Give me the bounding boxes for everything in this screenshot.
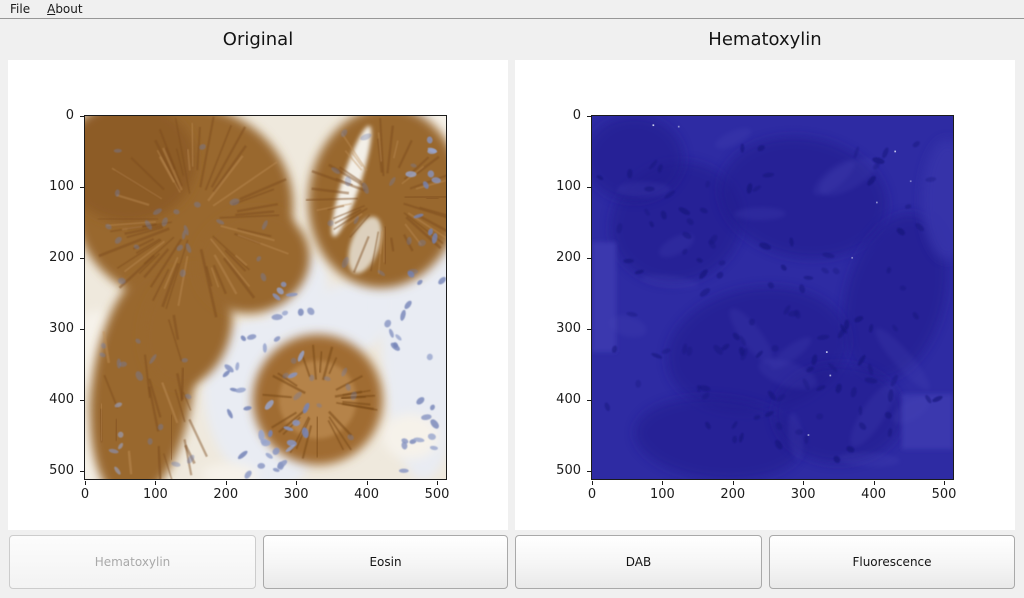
y-tick-label: 0	[65, 108, 74, 123]
y-tick-mark	[80, 258, 84, 259]
plot-hematoxylin: 0 100 200 300 400 500 0 100 200 300 400 500	[515, 60, 1015, 530]
y-tick-label: 500	[49, 463, 74, 478]
x-tick-mark	[873, 481, 875, 485]
y-tick-label: 200	[556, 250, 581, 265]
x-tick-mark	[662, 481, 664, 485]
x-tick-mark	[85, 481, 86, 485]
figure-panel-hematoxylin: 0 100 200 300 400 500 0 100 200 300 400 500	[515, 60, 1015, 530]
y-tick-mark	[80, 471, 84, 472]
button-eosin[interactable]: Eosin	[263, 535, 508, 589]
menu-item-file[interactable]: File	[10, 0, 30, 18]
plot-original: 0 100 200 300 400 500 0 100 200 300 400 500	[8, 60, 508, 530]
application-window: File About Original Hematoxylin 0 100 200 30…	[0, 0, 1024, 598]
x-tick-mark	[732, 481, 734, 485]
menu-item-about[interactable]: About	[47, 0, 83, 18]
button-fluorescence[interactable]: Fluorescence	[769, 535, 1015, 589]
y-tick-label: 100	[49, 179, 74, 194]
x-tick-label: 0	[587, 487, 597, 502]
x-tick-label: 100	[649, 487, 675, 502]
x-tick-label: 200	[213, 487, 239, 502]
y-tick-mark	[587, 329, 591, 330]
y-tick-mark	[587, 116, 591, 117]
original-micrograph	[85, 116, 446, 479]
y-tick-mark	[80, 116, 84, 117]
button-dab[interactable]: DAB	[515, 535, 762, 589]
hematoxylin-micrograph	[592, 116, 953, 479]
x-tick-label: 300	[283, 487, 309, 502]
x-tick-label: 500	[931, 487, 957, 502]
y-tick-label: 100	[556, 179, 581, 194]
figure-title-hematoxylin: Hematoxylin	[708, 29, 822, 50]
y-tick-label: 300	[49, 321, 74, 336]
x-tick-label: 200	[720, 487, 746, 502]
hematoxylin-image-frame	[591, 115, 954, 480]
y-tick-label: 200	[49, 250, 74, 265]
button-hematoxylin[interactable]: Hematoxylin	[9, 535, 256, 589]
x-tick-mark	[225, 481, 227, 485]
figure-title-original: Original	[222, 29, 294, 50]
y-tick-mark	[80, 187, 84, 188]
y-tick-mark	[587, 400, 591, 401]
x-tick-label: 0	[80, 487, 90, 502]
x-tick-mark	[155, 481, 157, 485]
menu-bar: File About	[0, 0, 1024, 19]
x-tick-label: 300	[790, 487, 816, 502]
x-tick-mark	[437, 481, 438, 485]
y-tick-mark	[587, 471, 591, 472]
x-tick-label: 400	[354, 487, 379, 502]
y-tick-label: 300	[556, 321, 581, 336]
y-tick-mark	[80, 329, 84, 330]
y-tick-label: 0	[572, 108, 581, 123]
y-tick-mark	[587, 187, 591, 188]
x-tick-label: 500	[424, 487, 450, 502]
original-image-frame	[84, 115, 447, 480]
x-tick-label: 100	[142, 487, 168, 502]
y-tick-mark	[80, 400, 84, 401]
x-tick-mark	[296, 481, 298, 485]
y-tick-label: 500	[556, 463, 581, 478]
x-tick-mark	[592, 481, 593, 485]
x-tick-mark	[803, 481, 805, 485]
x-tick-mark	[366, 481, 368, 485]
y-tick-label: 400	[49, 392, 74, 407]
figure-panel-original: 0 100 200 300 400 500 0 100 200 300 400 500	[8, 60, 508, 530]
x-tick-mark	[944, 481, 945, 485]
y-tick-label: 400	[556, 392, 581, 407]
y-tick-mark	[587, 258, 591, 259]
x-tick-label: 400	[861, 487, 886, 502]
